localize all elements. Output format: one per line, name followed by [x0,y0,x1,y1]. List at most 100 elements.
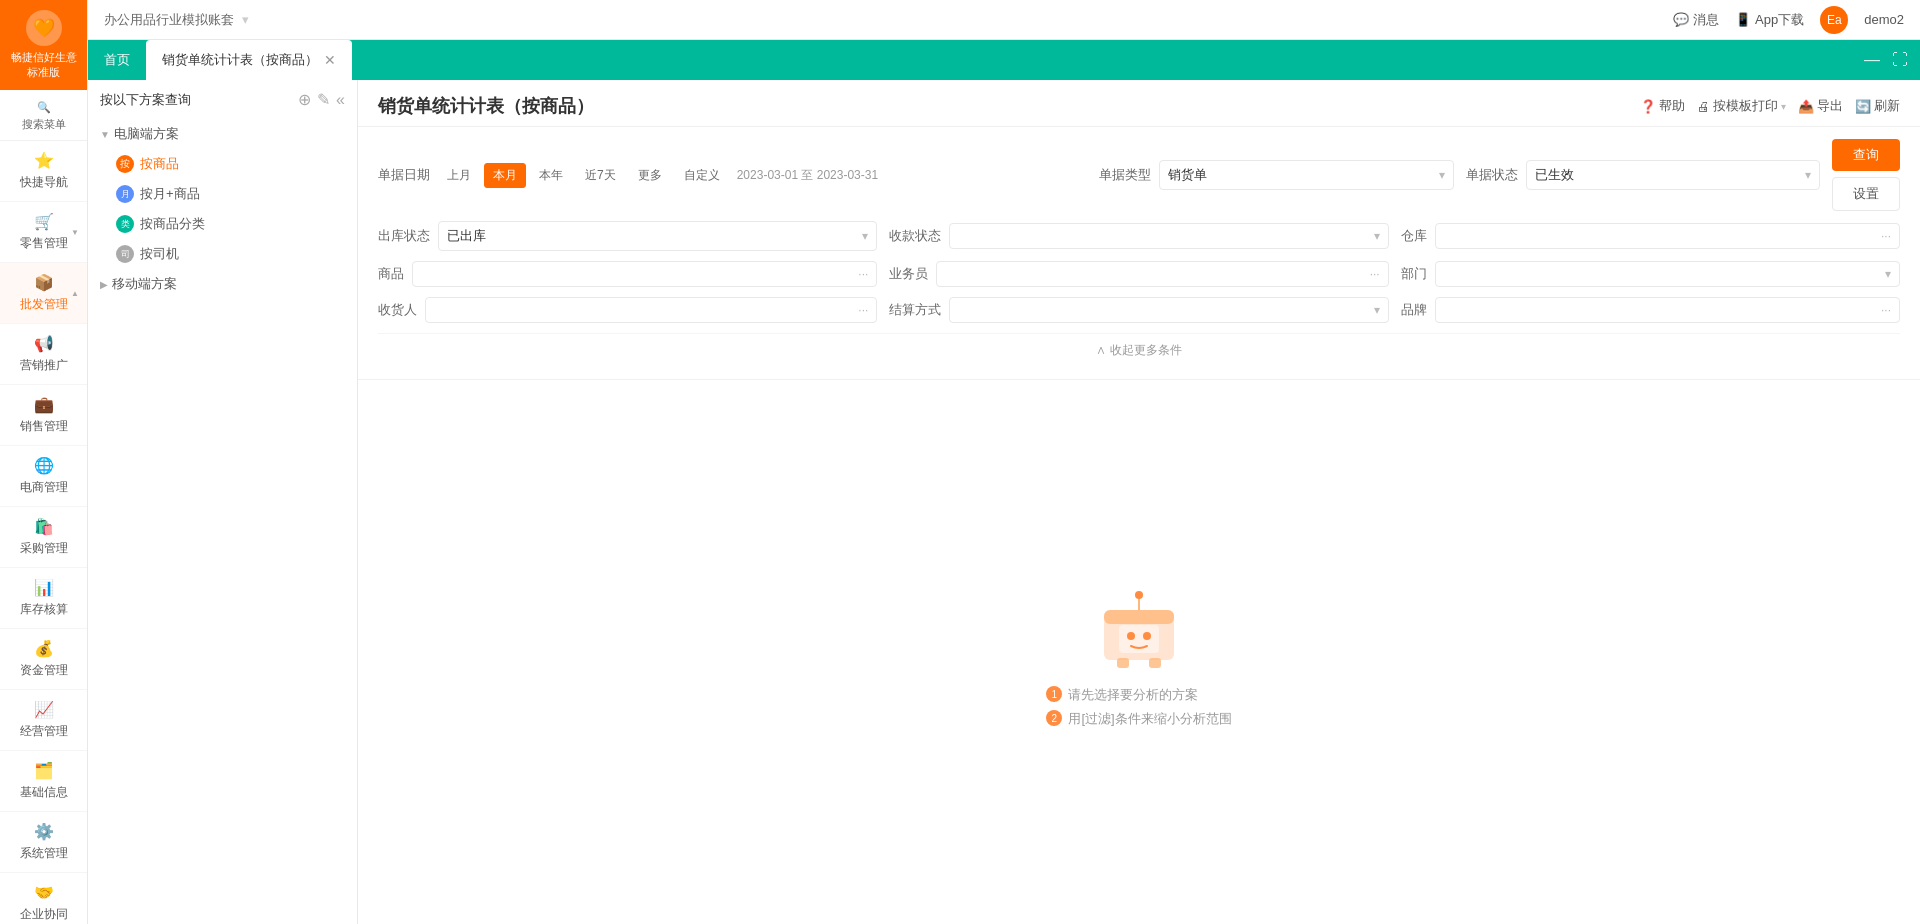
settlement-control[interactable]: ▾ [949,297,1388,323]
tab-sales-stats[interactable]: 销货单统计计表（按商品） ✕ [146,40,352,80]
sidebar-item-inventory[interactable]: 📊 库存核算 [0,568,87,629]
search-menu[interactable]: 🔍 搜索菜单 [0,90,87,141]
header-right: 💬 消息 📱 App下载 Ea demo2 [1673,6,1904,34]
date-tab-last-month[interactable]: 上月 [438,163,480,188]
sidebar-item-purchase[interactable]: 🛍️ 采购管理 [0,507,87,568]
out-status-value: 已出库 [447,227,862,245]
empty-tip-1: 1 请先选择要分析的方案 [1046,686,1231,704]
recipient-more-icon[interactable]: ··· [858,303,868,317]
sidebar-item-retail[interactable]: 🛒 零售管理 [0,202,87,263]
brand-more-icon[interactable]: ··· [1881,303,1891,317]
by-category-label: 按商品分类 [140,215,205,233]
app-download-action[interactable]: 📱 App下载 [1735,11,1804,29]
tree-child-by-vendor[interactable]: 司 按司机 [88,239,357,269]
date-tab-last7[interactable]: 近7天 [576,163,625,188]
collapse-panel-btn[interactable]: « [336,91,345,109]
purchase-icon: 🛍️ [34,517,54,536]
by-month-product-icon: 月 [116,185,134,203]
out-status-control[interactable]: 已出库 ▾ [438,221,877,251]
recipient-control[interactable]: ··· [425,297,877,323]
warehouse-control[interactable]: ··· [1435,223,1900,249]
payment-status-control[interactable]: ▾ [949,223,1388,249]
filter-row-3: 商品 ··· 业务员 ··· 部门 [378,261,1900,287]
tab-close-icon[interactable]: ✕ [324,52,336,68]
svg-rect-8 [1149,658,1161,668]
svg-point-6 [1135,591,1143,599]
app-logo[interactable]: 🧡 畅捷信好生意 标准版 [0,0,88,90]
app-download-icon: 📱 [1735,12,1751,27]
tip-num-2: 2 [1046,710,1062,726]
warehouse-more-icon[interactable]: ··· [1881,229,1891,243]
help-action[interactable]: ❓ 帮助 [1640,97,1685,115]
sidebar-item-system[interactable]: ⚙️ 系统管理 [0,812,87,873]
product-label: 商品 [378,265,404,283]
sidebar-item-quick-nav[interactable]: ⭐ 快捷导航 [0,141,87,202]
business-icon: 📈 [34,700,54,719]
tree-parent-mobile[interactable]: ▶ 移动端方案 [88,269,357,299]
tree-parent-pc[interactable]: ▼ 电脑端方案 [88,119,357,149]
tab-home[interactable]: 首页 [88,40,146,80]
app-download-label: App下载 [1755,11,1804,29]
refresh-action[interactable]: 🔄 刷新 [1855,97,1900,115]
empty-state: 1 请先选择要分析的方案 2 用[过滤]条件来缩小分析范围 [358,380,1920,924]
filter-row-4: 收货人 ··· 结算方式 ▾ 品牌 [378,297,1900,323]
user-name[interactable]: demo2 [1864,12,1904,27]
add-scheme-btn[interactable]: ⊕ [298,90,311,109]
header-left: 办公用品行业模拟账套 ▾ [104,11,249,29]
doc-status-control[interactable]: 已生效 ▾ [1526,160,1821,190]
sidebar-item-sales[interactable]: 💼 销售管理 [0,385,87,446]
sidebar-item-ecommerce[interactable]: 🌐 电商管理 [0,446,87,507]
date-tab-this-year[interactable]: 本年 [530,163,572,188]
retail-icon: 🛒 [34,212,54,231]
doc-status-field: 单据状态 已生效 ▾ [1466,160,1821,190]
sidebar-item-wholesale[interactable]: 📦 批发管理 [0,263,87,324]
edit-scheme-btn[interactable]: ✎ [317,90,330,109]
doc-type-value: 销货单 [1168,166,1439,184]
by-product-label: 按商品 [140,155,179,173]
collapse-label: 收起更多条件 [1110,343,1182,357]
sidebar-item-finance[interactable]: 💰 资金管理 [0,629,87,690]
department-control[interactable]: ▾ [1435,261,1900,287]
sidebar-item-base[interactable]: 🗂️ 基础信息 [0,751,87,812]
sidebar-item-business[interactable]: 📈 经营管理 [0,690,87,751]
product-more-icon[interactable]: ··· [858,267,868,281]
export-icon: 📤 [1798,99,1814,114]
salesperson-control[interactable]: ··· [936,261,1388,287]
tab-min-icon[interactable]: — [1860,47,1884,73]
query-button[interactable]: 查询 [1832,139,1900,171]
date-tab-custom[interactable]: 自定义 [675,163,729,188]
salesperson-more-icon[interactable]: ··· [1370,267,1380,281]
date-tab-this-month[interactable]: 本月 [484,163,526,188]
department-label: 部门 [1401,265,1427,283]
app-name: 畅捷信好生意 [11,50,77,65]
retail-label: 零售管理 [20,235,68,252]
search-icon: 🔍 [37,101,51,114]
message-label: 消息 [1693,11,1719,29]
date-tab-more[interactable]: 更多 [629,163,671,188]
brand-control[interactable]: ··· [1435,297,1900,323]
filter-panel-title: 按以下方案查询 [100,91,191,109]
doc-type-control[interactable]: 销货单 ▾ [1159,160,1454,190]
collapse-more-btn[interactable]: ∧ 收起更多条件 [378,333,1900,367]
empty-tips: 1 请先选择要分析的方案 2 用[过滤]条件来缩小分析范围 [1046,686,1231,734]
sales-icon: 💼 [34,395,54,414]
product-control[interactable]: ··· [412,261,877,287]
this-month-label: 本月 [493,168,517,182]
settlement-arrow-icon: ▾ [1374,303,1380,317]
export-action[interactable]: 📤 导出 [1798,97,1843,115]
message-action[interactable]: 💬 消息 [1673,11,1719,29]
template-print-action[interactable]: 🖨 按模板打印 ▾ [1697,97,1786,115]
inventory-icon: 📊 [34,578,54,597]
tree-child-by-month-product[interactable]: 月 按月+商品 [88,179,357,209]
user-avatar[interactable]: Ea [1820,6,1848,34]
settings-button[interactable]: 设置 [1832,177,1900,211]
base-label: 基础信息 [20,784,68,801]
filter-side-panel: 按以下方案查询 ⊕ ✎ « ▼ 电脑端方案 按 按商品 月 按月 [88,80,358,924]
date-range: 2023-03-01 至 2023-03-31 [737,167,878,184]
tree-child-by-category[interactable]: 类 按商品分类 [88,209,357,239]
filter-row-2: 出库状态 已出库 ▾ 收款状态 ▾ 仓库 [378,221,1900,251]
tab-max-icon[interactable]: ⛶ [1888,47,1912,73]
sidebar-item-cooperation[interactable]: 🤝 企业协同 [0,873,87,924]
tree-child-by-product[interactable]: 按 按商品 [88,149,357,179]
sidebar-item-marketing[interactable]: 📢 营销推广 [0,324,87,385]
